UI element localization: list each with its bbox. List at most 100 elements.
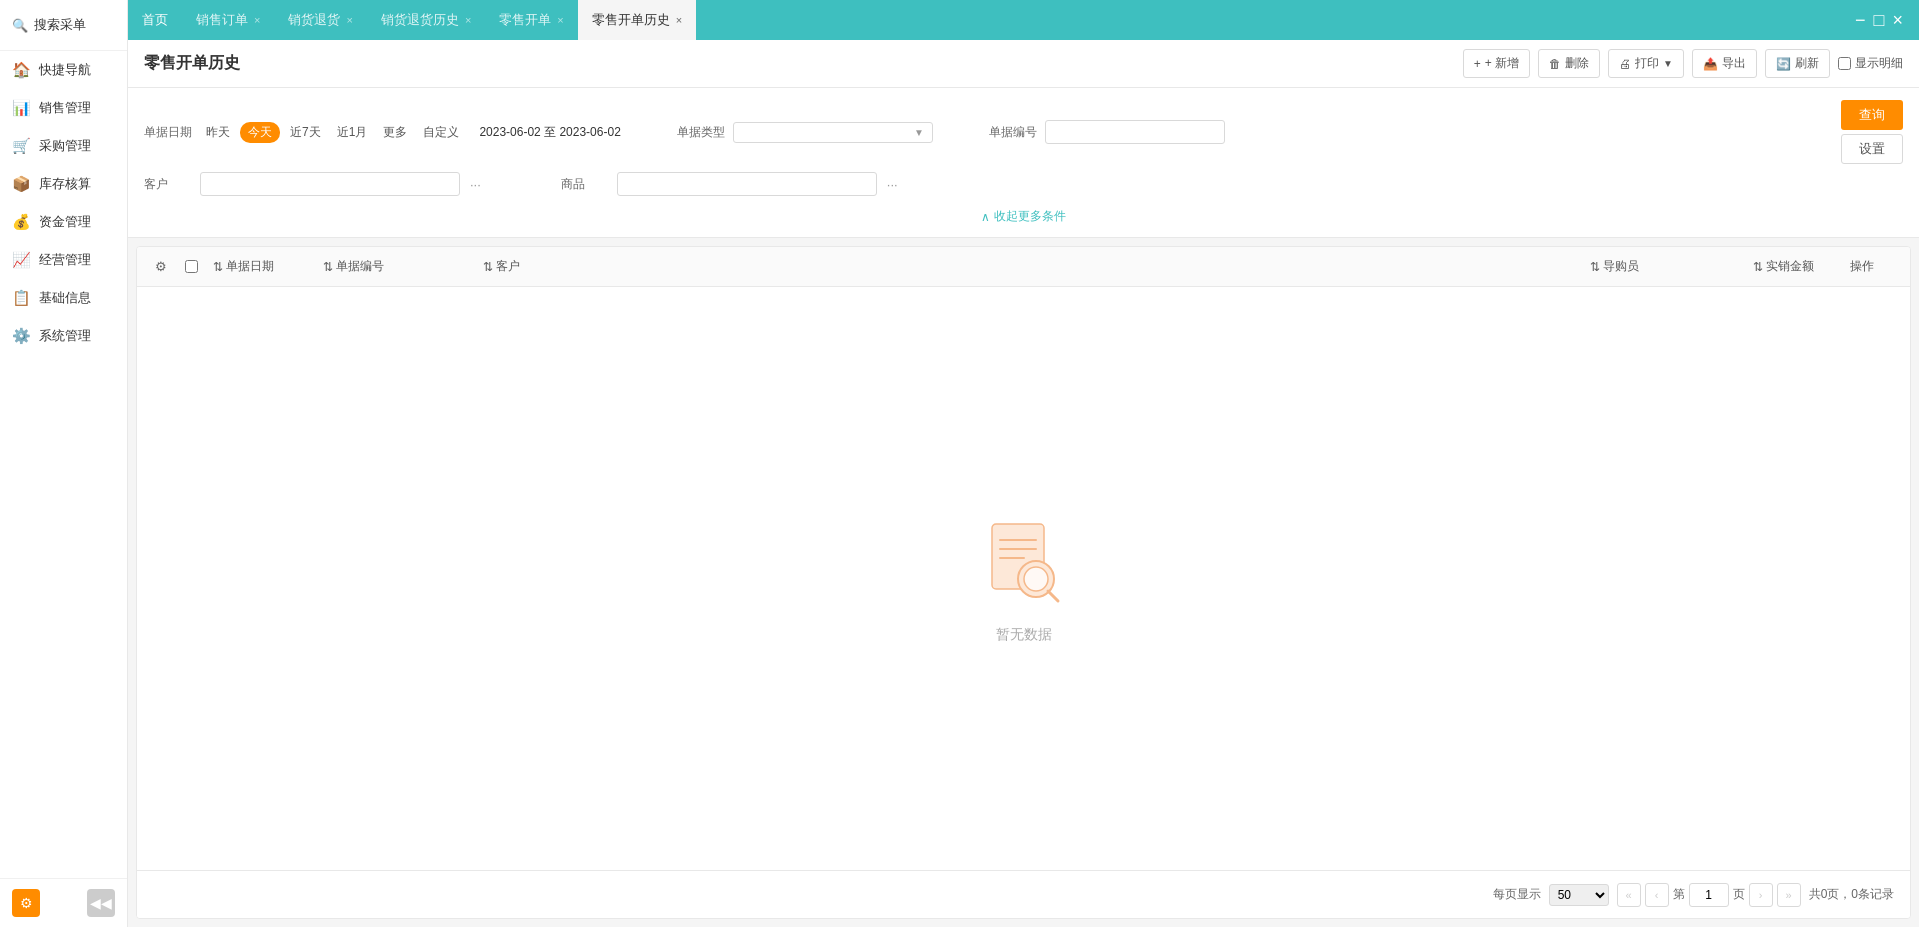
sidebar-item-label: 库存核算 (39, 175, 91, 193)
customer-dots[interactable]: ··· (466, 177, 485, 192)
type-filter-label: 单据类型 (677, 124, 727, 141)
per-page-label: 每页显示 (1493, 886, 1541, 903)
customer-filter-field: 客户 ··· (144, 172, 485, 196)
add-button[interactable]: + + 新增 (1463, 49, 1530, 78)
th-guide[interactable]: ⇅ 导购员 (1582, 258, 1702, 275)
search-icon: 🔍 (12, 18, 28, 33)
display-detail-toggle[interactable]: 显示明细 (1838, 55, 1903, 72)
refresh-button[interactable]: 🔄 刷新 (1765, 49, 1830, 78)
goods-filter-input[interactable] (617, 172, 877, 196)
pagination-bar: 每页显示 50 100 200 « ‹ 第 页 › » 共0页，0条记录 (137, 870, 1910, 918)
money-icon: 💰 (12, 213, 31, 231)
sort-icon: ⇅ (1590, 260, 1600, 274)
first-page-button[interactable]: « (1617, 883, 1641, 907)
window-close-icon[interactable]: × (1892, 10, 1903, 31)
page-nav: « ‹ 第 页 › » (1617, 883, 1801, 907)
page-label-after: 页 (1733, 886, 1745, 903)
sort-icon: ⇅ (323, 260, 333, 274)
empty-text: 暂无数据 (996, 626, 1052, 644)
date-option-more[interactable]: 更多 (377, 122, 413, 143)
sidebar-item-system-mgmt[interactable]: ⚙️ 系统管理 (0, 317, 127, 355)
customer-filter-input[interactable] (200, 172, 460, 196)
tab-retail-history[interactable]: 零售开单历史 × (578, 0, 696, 40)
export-icon: 📤 (1703, 57, 1718, 71)
page-number-input[interactable] (1689, 883, 1729, 907)
goods-dots[interactable]: ··· (883, 177, 902, 192)
type-filter-field: 单据类型 ▼ (677, 122, 933, 143)
svg-point-5 (1024, 567, 1048, 591)
sidebar-item-finance-mgmt[interactable]: 💰 资金管理 (0, 203, 127, 241)
tab-retail-open[interactable]: 零售开单 × (485, 0, 577, 40)
settings-icon-button[interactable]: ⚙ (12, 889, 40, 917)
table-settings-icon[interactable]: ⚙ (145, 259, 177, 274)
tab-sales-return-history-label: 销货退货历史 (381, 11, 459, 29)
tab-sales-order-close[interactable]: × (254, 14, 260, 26)
collapse-filter[interactable]: ∧ 收起更多条件 (144, 204, 1903, 229)
refresh-icon: 🔄 (1776, 57, 1791, 71)
sidebar-item-quick-nav[interactable]: 🏠 快捷导航 (0, 51, 127, 89)
sidebar-item-sales-mgmt[interactable]: 📊 销售管理 (0, 89, 127, 127)
print-button[interactable]: 🖨 打印 ▼ (1608, 49, 1684, 78)
box-icon: 📦 (12, 175, 31, 193)
prev-page-button[interactable]: ‹ (1645, 883, 1669, 907)
query-button[interactable]: 查询 (1841, 100, 1903, 130)
sidebar-search[interactable]: 🔍 搜索采单 (0, 10, 127, 40)
th-operation: 操作 (1822, 258, 1902, 275)
tab-home[interactable]: 首页 (128, 0, 182, 40)
empty-illustration (974, 514, 1074, 614)
topbar-close-area: − □ × (1855, 10, 1903, 31)
date-option-1month[interactable]: 近1月 (331, 122, 374, 143)
customer-filter-label: 客户 (144, 176, 194, 193)
date-option-custom[interactable]: 自定义 (417, 122, 465, 143)
select-all-checkbox[interactable] (185, 260, 198, 273)
sidebar-item-label: 系统管理 (39, 327, 91, 345)
tab-sales-order[interactable]: 销售订单 × (182, 0, 274, 40)
tab-home-label: 首页 (142, 11, 168, 29)
cart-icon: 🛒 (12, 137, 31, 155)
setting-button[interactable]: 设置 (1841, 134, 1903, 164)
sidebar-item-operations-mgmt[interactable]: 📈 经营管理 (0, 241, 127, 279)
sidebar: 🔍 搜索采单 🏠 快捷导航 📊 销售管理 🛒 采购管理 📦 库存核算 💰 资金管… (0, 0, 128, 927)
next-page-button[interactable]: › (1749, 883, 1773, 907)
window-maximize-icon[interactable]: □ (1874, 10, 1885, 31)
date-option-today[interactable]: 今天 (240, 122, 280, 143)
page-toolbar: 零售开单历史 + + 新增 🗑 删除 🖨 打印 ▼ 📤 导出 (128, 40, 1919, 88)
table-header-row: ⚙ ⇅ 单据日期 ⇅ 单据编号 ⇅ 客户 ⇅ 导购员 (137, 247, 1910, 287)
th-amount[interactable]: ⇅ 实销金额 (1702, 258, 1822, 275)
sidebar-item-label: 销售管理 (39, 99, 91, 117)
sidebar-item-purchase-mgmt[interactable]: 🛒 采购管理 (0, 127, 127, 165)
chart-icon: 📊 (12, 99, 31, 117)
sidebar-item-label: 基础信息 (39, 289, 91, 307)
tab-retail-history-close[interactable]: × (676, 14, 682, 26)
date-option-yesterday[interactable]: 昨天 (200, 122, 236, 143)
per-page-select[interactable]: 50 100 200 (1549, 884, 1609, 906)
tab-sales-return-history[interactable]: 销货退货历史 × (367, 0, 485, 40)
last-page-button[interactable]: » (1777, 883, 1801, 907)
th-date[interactable]: ⇅ 单据日期 (205, 258, 315, 275)
goods-filter-label: 商品 (561, 176, 611, 193)
goods-filter-field: 商品 ··· (561, 172, 902, 196)
export-button[interactable]: 📤 导出 (1692, 49, 1757, 78)
tab-sales-return[interactable]: 销货退货 × (274, 0, 366, 40)
sort-icon: ⇅ (213, 260, 223, 274)
display-detail-checkbox[interactable] (1838, 57, 1851, 70)
tab-retail-open-close[interactable]: × (557, 14, 563, 26)
window-minimize-icon[interactable]: − (1855, 10, 1866, 31)
th-order-no[interactable]: ⇅ 单据编号 (315, 258, 475, 275)
sidebar-item-basic-info[interactable]: 📋 基础信息 (0, 279, 127, 317)
collapse-sidebar-button[interactable]: ◀◀ (87, 889, 115, 917)
tab-sales-return-close[interactable]: × (346, 14, 352, 26)
content-area: 零售开单历史 + + 新增 🗑 删除 🖨 打印 ▼ 📤 导出 (128, 40, 1919, 927)
date-option-7days[interactable]: 近7天 (284, 122, 327, 143)
th-customer[interactable]: ⇅ 客户 (475, 258, 1582, 275)
delete-button[interactable]: 🗑 删除 (1538, 49, 1600, 78)
type-filter-select[interactable]: ▼ (733, 122, 933, 143)
table-select-all[interactable] (177, 260, 205, 273)
date-filter-field: 单据日期 昨天 今天 近7天 近1月 更多 自定义 2023-06-02 至 2… (144, 122, 621, 143)
sidebar-item-inventory-mgmt[interactable]: 📦 库存核算 (0, 165, 127, 203)
sidebar-top: 🔍 搜索采单 (0, 0, 127, 51)
sidebar-bottom: ⚙ ◀◀ (0, 878, 127, 927)
sidebar-item-label: 资金管理 (39, 213, 91, 231)
tab-sales-return-history-close[interactable]: × (465, 14, 471, 26)
orderno-filter-input[interactable] (1045, 120, 1225, 144)
